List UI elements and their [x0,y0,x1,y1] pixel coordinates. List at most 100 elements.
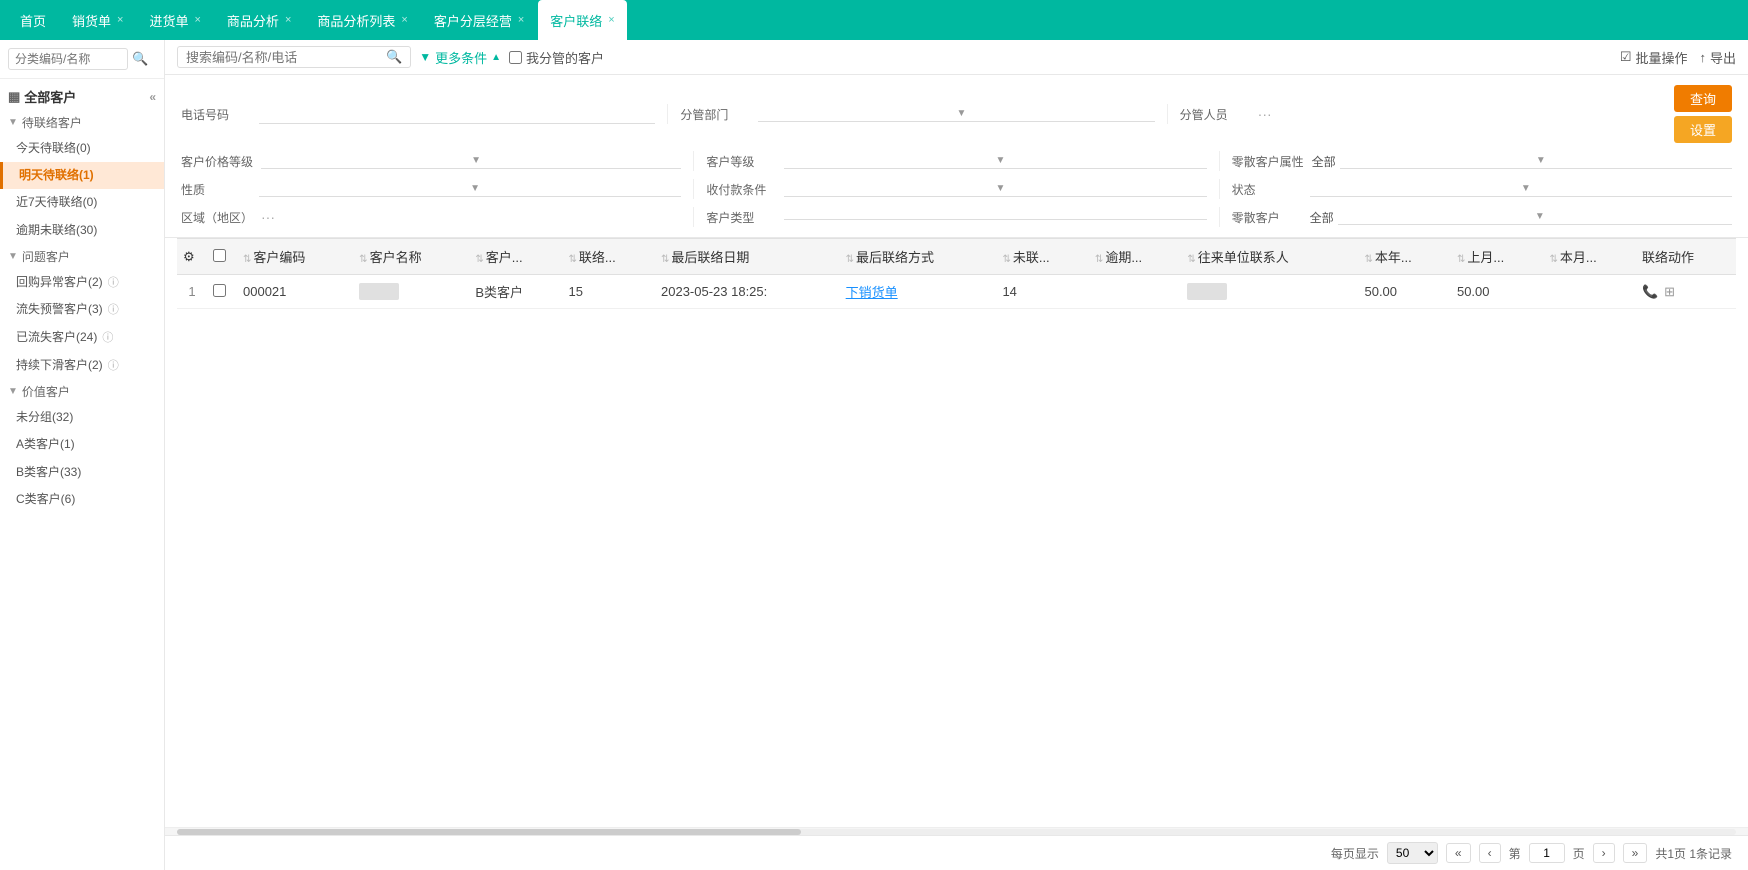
horizontal-scrollbar[interactable] [165,827,1748,835]
batch-op-button[interactable]: ☑ 批量操作 [1620,48,1688,67]
uncontacted-cell: 14 [996,275,1088,309]
retail-attr-value: 全部 [1312,153,1336,170]
sidebar-search-input[interactable] [8,48,128,70]
my-customers-checkbox[interactable] [509,51,522,64]
reset-button[interactable]: 设置 [1674,116,1732,143]
more-filter-button[interactable]: ▼ 更多条件 ▲ [419,48,501,67]
status-select[interactable]: ▼ [1310,181,1732,197]
retail-customer-field: 零散客户 全部 ▼ [1232,209,1732,226]
this-year-col-header[interactable]: ⇅本年... [1358,239,1450,275]
per-page-select[interactable]: 50 100 200 [1387,842,1438,864]
nav-item-客户联络[interactable]: 客户联络× [538,0,626,40]
customer-type-select[interactable] [784,215,1206,220]
nav-item-商品分析列表[interactable]: 商品分析列表× [305,0,419,40]
customer-level-select[interactable]: ▼ [261,153,681,169]
first-page-button[interactable]: « [1446,843,1471,863]
grid-action-icon[interactable]: ⊞ [1664,284,1675,300]
filter-row-3: 性质 ▼ 收付款条件 ▼ 状态 [181,179,1732,199]
last-contact-method[interactable]: 下销货单 [846,285,898,300]
nav-item-销货单[interactable]: 销货单× [60,0,135,40]
close-tab-icon[interactable]: × [194,14,200,26]
last-contact-date-col-header[interactable]: ⇅最后联络日期 [655,239,840,275]
last-page-button[interactable]: » [1623,843,1648,863]
search-input[interactable] [186,50,386,65]
close-tab-icon[interactable]: × [117,14,123,26]
table-row: 1 000021 B类客户 [177,275,1736,309]
collapse-icon[interactable]: « [149,90,156,104]
overdue-col-header[interactable]: ⇅逾期... [1089,239,1181,275]
sidebar-item[interactable]: 回购异常客户(2) ⓘ [0,269,164,297]
payment-field: 收付款条件 ▼ [706,181,1206,198]
retail-customer-select[interactable]: ▼ [1338,209,1732,225]
manager-dots-icon[interactable]: ··· [1258,106,1272,122]
sidebar-item[interactable]: B类客户(33) [0,459,164,486]
page-number-input[interactable] [1529,843,1565,863]
sidebar-item[interactable]: 逾期未联络(30) [0,217,164,244]
manager-label: 分管人员 [1180,106,1250,123]
row-checkbox[interactable] [213,284,226,297]
phone-input[interactable] [259,105,655,124]
next-page-button[interactable]: › [1593,843,1615,863]
contact-count: 15 [569,284,583,299]
contact-person-col-header[interactable]: ⇅往来单位联系人 [1181,239,1358,275]
scrollbar-thumb[interactable] [177,829,801,835]
close-tab-icon[interactable]: × [518,14,524,26]
last-month-col-header[interactable]: ⇅上月... [1451,239,1543,275]
sidebar-item[interactable]: 持续下滑客户(2) ⓘ [0,352,164,380]
name-col-header[interactable]: ⇅客户名称 [353,239,469,275]
export-button[interactable]: ↑ 导出 [1699,48,1736,67]
filter-row-1: 电话号码 分管部门 ▼ 分管人员 ··· 查询 [181,85,1732,143]
sidebar-item[interactable]: 未分组(32) [0,404,164,431]
close-tab-icon[interactable]: × [285,14,291,26]
scrollbar-track [177,829,1736,835]
contact-col-header[interactable]: ⇅联络... [563,239,655,275]
query-button[interactable]: 查询 [1674,85,1732,112]
sidebar-item[interactable]: C类客户(6) [0,486,164,513]
close-tab-icon[interactable]: × [401,14,407,26]
contact-person-cell [1181,275,1358,309]
nav-item-首页[interactable]: 首页 [8,0,58,40]
code-col-header[interactable]: ⇅客户编码 [237,239,353,275]
content-area: 🔍 ▼ 更多条件 ▲ 我分管的客户 ☑ 批量操作 ↑ 导出 [165,40,1748,870]
sidebar-group-价值客户[interactable]: 价值客户 [0,379,164,404]
toolbar-search-icon[interactable]: 🔍 [386,49,402,65]
sidebar-group-问题客户[interactable]: 问题客户 [0,244,164,269]
nav-item-商品分析[interactable]: 商品分析× [215,0,303,40]
customer-grade-field: 客户等级 ▼ [706,153,1206,170]
customer-table: ⚙ ⇅客户编码 ⇅客户名称 ⇅客户... [177,238,1736,309]
prev-page-button[interactable]: ‹ [1479,843,1501,863]
sidebar-search-icon[interactable]: 🔍 [132,51,148,67]
export-icon: ↑ [1699,50,1706,65]
last-contact-method-col-header[interactable]: ⇅最后联络方式 [840,239,997,275]
sidebar-item[interactable]: 流失预警客户(3) ⓘ [0,296,164,324]
settings-col-header[interactable]: ⚙ [177,239,207,275]
customer-type-col-header[interactable]: ⇅客户... [469,239,562,275]
toolbar-right: ☑ 批量操作 ↑ 导出 [1620,48,1736,67]
sidebar: 🔍 ▦ 全部客户 « (function() { const data = JS… [0,40,165,870]
sidebar-item[interactable]: A类客户(1) [0,431,164,458]
divider-5 [693,179,694,199]
sidebar-group-待联络客户[interactable]: 待联络客户 [0,110,164,135]
gender-select[interactable]: ▼ [259,181,681,197]
retail-attr-label: 零散客户属性 [1232,153,1304,170]
customer-level-field: 客户价格等级 ▼ [181,153,681,170]
uncontacted-col-header[interactable]: ⇅未联... [996,239,1088,275]
this-month-col-header[interactable]: ⇅本月... [1543,239,1635,275]
nav-item-客户分层经营[interactable]: 客户分层经营× [422,0,536,40]
phone-action-icon[interactable]: 📞 [1642,284,1658,300]
this-year-value: 50.00 [1364,284,1397,299]
payment-select[interactable]: ▼ [784,181,1206,197]
customer-grade-select[interactable]: ▼ [784,153,1206,169]
sidebar-item[interactable]: 已流失客户(24) ⓘ [0,324,164,352]
close-tab-icon[interactable]: × [608,14,614,26]
sidebar-item[interactable]: 近7天待联络(0) [0,189,164,216]
my-customers-checkbox-label[interactable]: 我分管的客户 [509,48,604,67]
dept-select[interactable]: ▼ [758,106,1154,122]
retail-attr-select[interactable]: ▼ [1340,153,1732,169]
region-dots-icon[interactable]: ··· [261,209,275,225]
select-all-checkbox[interactable] [213,249,226,262]
sidebar-item[interactable]: 今天待联络(0) [0,135,164,162]
sidebar-item[interactable]: 明天待联络(1) [0,162,164,189]
nav-item-进货单[interactable]: 进货单× [137,0,212,40]
customer-type-label: 客户类型 [706,209,776,226]
